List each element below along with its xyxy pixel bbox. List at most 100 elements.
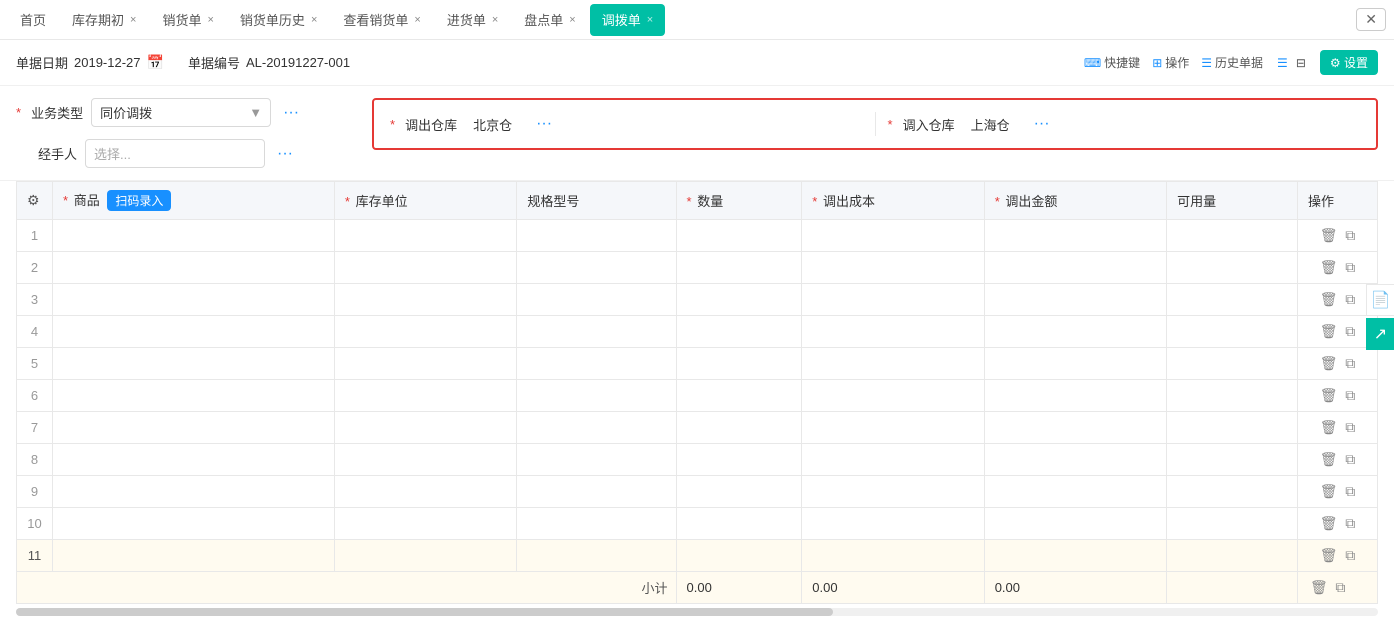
- float-expand-button[interactable]: ↗: [1366, 318, 1394, 350]
- delete-icon-5[interactable]: 🗑: [1320, 355, 1338, 371]
- row-product-1[interactable]: [53, 220, 335, 252]
- tab-purchase-order-close[interactable]: ×: [492, 14, 498, 26]
- handler-select[interactable]: 选择...: [85, 139, 265, 168]
- delete-icon-9[interactable]: 🗑: [1320, 483, 1338, 499]
- copy-icon-9[interactable]: ⧉: [1345, 483, 1355, 499]
- copy-icon-11[interactable]: ⧉: [1345, 547, 1355, 563]
- row-product-7[interactable]: [53, 412, 335, 444]
- row-ops-1: 🗑 ⧉: [1298, 220, 1378, 252]
- tab-transfer-order-label: 调拨单: [602, 10, 641, 29]
- col-unit-label: 库存单位: [356, 194, 408, 209]
- layout-list-icon[interactable]: ☰: [1275, 54, 1290, 72]
- delete-icon-8[interactable]: 🗑: [1320, 451, 1338, 467]
- handler-more-btn[interactable]: ···: [273, 145, 297, 163]
- row-number-5: 5: [17, 348, 53, 380]
- history-action[interactable]: ☰ 历史单据: [1201, 54, 1263, 71]
- subtotal-delete-icon[interactable]: 🗑: [1310, 579, 1328, 595]
- float-doc-button[interactable]: 📄: [1366, 284, 1394, 316]
- operation-action[interactable]: ⊞ 操作: [1152, 54, 1189, 71]
- table-container: ⚙ * 商品 扫码录入 * 库存单位 规格型号 *: [0, 181, 1394, 616]
- tab-sales-order[interactable]: 销货单 ×: [150, 4, 225, 36]
- subtotal-qty: 0.00: [676, 572, 802, 604]
- copy-icon-3[interactable]: ⧉: [1345, 291, 1355, 307]
- business-type-select[interactable]: 同价调拨 ▼: [91, 98, 271, 127]
- table-row: 4 🗑 ⧉: [17, 316, 1378, 348]
- row-number-11: 11: [17, 540, 53, 572]
- row-product-5[interactable]: [53, 348, 335, 380]
- window-close-button[interactable]: ✕: [1356, 8, 1386, 31]
- tab-view-sales[interactable]: 查看销货单 ×: [331, 4, 432, 36]
- col-unit-header: * 库存单位: [334, 182, 516, 220]
- copy-icon-2[interactable]: ⧉: [1345, 259, 1355, 275]
- tab-inventory-init[interactable]: 库存期初 ×: [60, 4, 148, 36]
- warehouse-out-more-btn[interactable]: ···: [532, 115, 556, 133]
- row-amount-7: [984, 412, 1166, 444]
- grid-icon: ⊞: [1152, 56, 1162, 70]
- row-available-4: [1167, 316, 1298, 348]
- row-cost-6: [802, 380, 984, 412]
- row-product-10[interactable]: [53, 508, 335, 540]
- col-product-label: 商品: [74, 193, 100, 208]
- tab-inventory-check[interactable]: 盘点单 ×: [512, 4, 587, 36]
- tab-sales-history[interactable]: 销货单历史 ×: [228, 4, 329, 36]
- copy-icon-5[interactable]: ⧉: [1345, 355, 1355, 371]
- warehouse-in-more-btn[interactable]: ···: [1030, 115, 1054, 133]
- delete-icon-2[interactable]: 🗑: [1320, 259, 1338, 275]
- row-spec-2: [517, 252, 676, 284]
- row-product-9[interactable]: [53, 476, 335, 508]
- row-ops-10: 🗑 ⧉: [1298, 508, 1378, 540]
- settings-button[interactable]: ⚙ 设置: [1320, 50, 1378, 75]
- tab-inventory-init-close[interactable]: ×: [130, 14, 136, 26]
- copy-icon-6[interactable]: ⧉: [1345, 387, 1355, 403]
- row-amount-3: [984, 284, 1166, 316]
- row-available-11: [1167, 540, 1298, 572]
- row-spec-6: [517, 380, 676, 412]
- floating-actions: 📄 ↗: [1366, 284, 1394, 350]
- table-row: 7 🗑 ⧉: [17, 412, 1378, 444]
- row-product-6[interactable]: [53, 380, 335, 412]
- tab-inventory-check-close[interactable]: ×: [569, 14, 575, 26]
- row-cost-2: [802, 252, 984, 284]
- delete-icon-4[interactable]: 🗑: [1320, 323, 1338, 339]
- subtotal-copy-icon[interactable]: ⧉: [1335, 579, 1345, 595]
- delete-icon-11[interactable]: 🗑: [1320, 547, 1338, 563]
- row-available-8: [1167, 444, 1298, 476]
- tab-purchase-order[interactable]: 进货单 ×: [435, 4, 510, 36]
- copy-icon-4[interactable]: ⧉: [1345, 323, 1355, 339]
- col-settings-header: ⚙: [17, 182, 53, 220]
- delete-icon-6[interactable]: 🗑: [1320, 387, 1338, 403]
- copy-icon-10[interactable]: ⧉: [1345, 515, 1355, 531]
- table-settings-button[interactable]: ⚙: [27, 192, 40, 209]
- tab-home[interactable]: 首页: [8, 4, 58, 36]
- tab-transfer-order[interactable]: 调拨单 ×: [590, 4, 665, 36]
- date-field: 单据日期 2019-12-27 📅: [16, 53, 164, 72]
- layout-grid-icon[interactable]: ⊟: [1294, 54, 1308, 72]
- row-available-1: [1167, 220, 1298, 252]
- shortcut-action[interactable]: ⌨ 快捷键: [1084, 54, 1140, 71]
- row-product-4[interactable]: [53, 316, 335, 348]
- calendar-icon[interactable]: 📅: [147, 54, 164, 71]
- copy-icon-8[interactable]: ⧉: [1345, 451, 1355, 467]
- row-product-8[interactable]: [53, 444, 335, 476]
- delete-icon-1[interactable]: 🗑: [1320, 227, 1338, 243]
- business-type-more-btn[interactable]: ···: [279, 104, 303, 122]
- row-product-11[interactable]: [53, 540, 335, 572]
- scan-entry-button[interactable]: 扫码录入: [107, 190, 171, 211]
- copy-icon-7[interactable]: ⧉: [1345, 419, 1355, 435]
- row-qty-9: [676, 476, 802, 508]
- delete-icon-10[interactable]: 🗑: [1320, 515, 1338, 531]
- delete-icon-7[interactable]: 🗑: [1320, 419, 1338, 435]
- row-product-3[interactable]: [53, 284, 335, 316]
- tab-sales-history-close[interactable]: ×: [311, 14, 317, 26]
- copy-icon-1[interactable]: ⧉: [1345, 227, 1355, 243]
- row-product-2[interactable]: [53, 252, 335, 284]
- handler-placeholder: 选择...: [94, 144, 131, 163]
- tab-transfer-order-close[interactable]: ×: [647, 14, 653, 26]
- tab-sales-order-close[interactable]: ×: [207, 14, 213, 26]
- delete-icon-3[interactable]: 🗑: [1320, 291, 1338, 307]
- form-left: * 业务类型 同价调拨 ▼ ··· 经手人 选择... ···: [16, 98, 356, 168]
- row-unit-5: [334, 348, 516, 380]
- row-qty-1: [676, 220, 802, 252]
- horizontal-scrollbar[interactable]: [16, 608, 1378, 616]
- tab-view-sales-close[interactable]: ×: [414, 14, 420, 26]
